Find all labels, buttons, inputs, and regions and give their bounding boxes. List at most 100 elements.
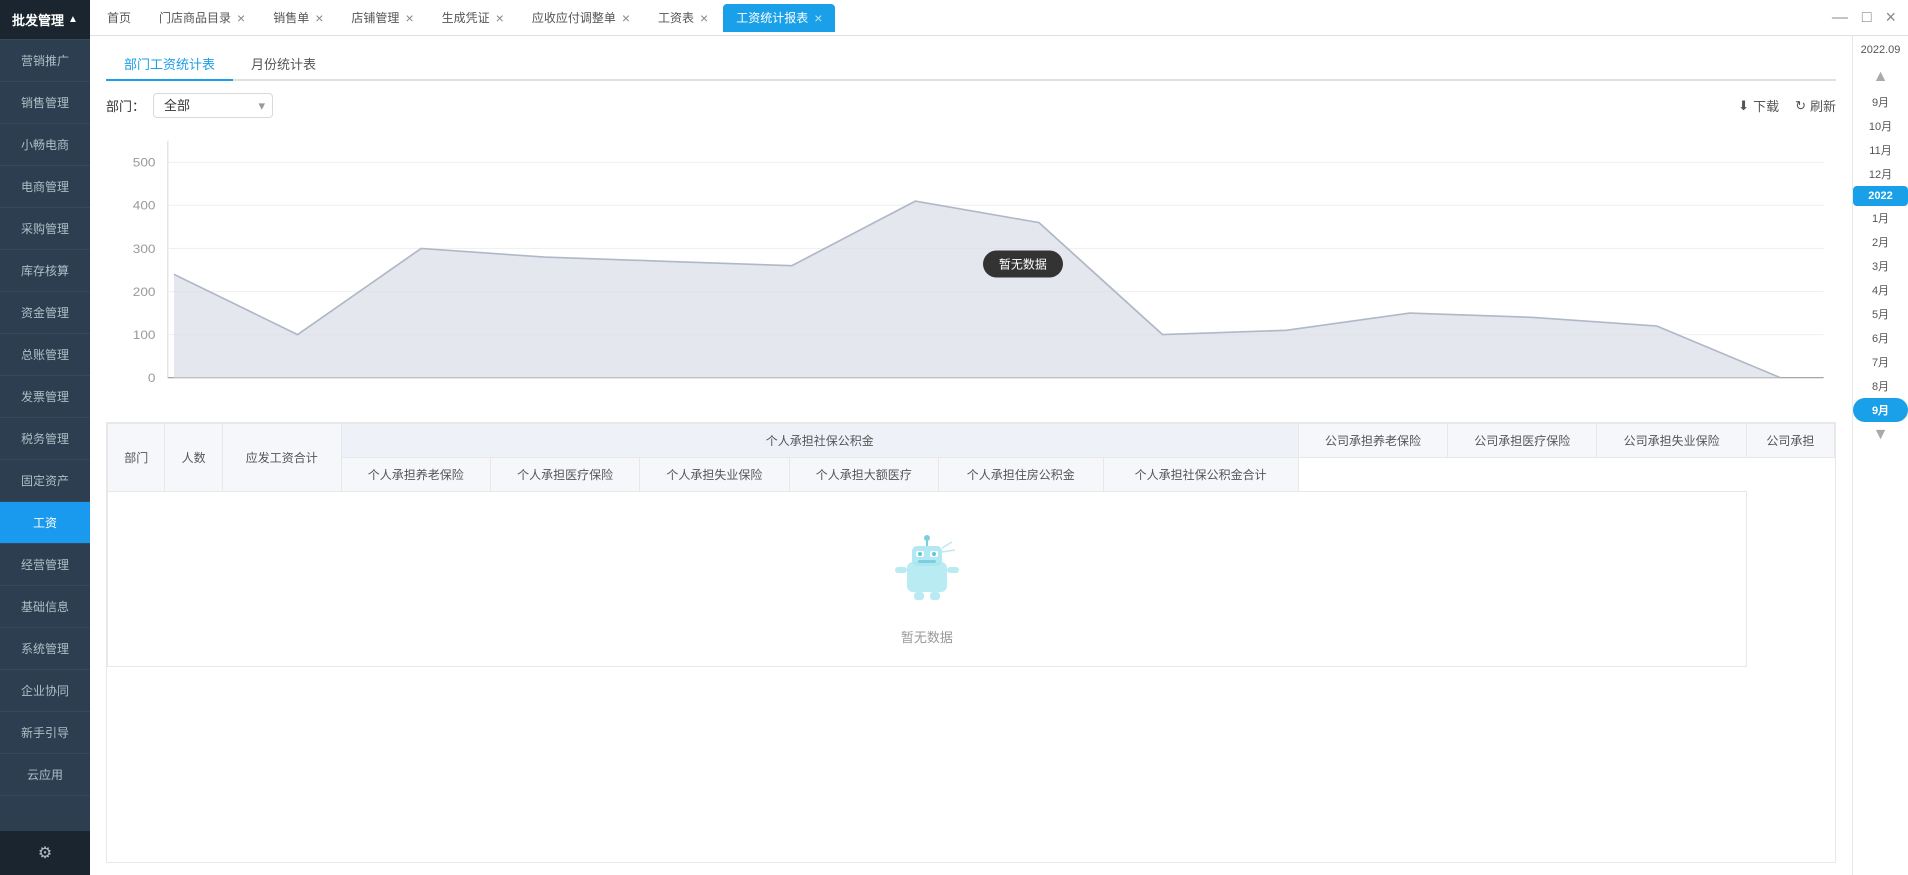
- timeline-month-12月[interactable]: 12月: [1853, 162, 1908, 186]
- tab-close-icon[interactable]: ×: [496, 11, 504, 25]
- main-area: 首页门店商品目录×销售单×店铺管理×生成凭证×应收应付调整单×工资表×工资统计报…: [90, 0, 1908, 875]
- tab-label: 应收应付调整单: [532, 9, 616, 26]
- refresh-label: 刷新: [1810, 96, 1836, 115]
- tab-门店商品目录[interactable]: 门店商品目录×: [146, 4, 258, 32]
- timeline-month-10月[interactable]: 10月: [1853, 114, 1908, 138]
- tab-工资统计报表[interactable]: 工资统计报表×: [723, 4, 835, 32]
- sidebar-title: 批发管理: [12, 10, 64, 29]
- empty-label: 暂无数据: [108, 627, 1746, 646]
- sidebar-expand-icon[interactable]: ▲: [68, 14, 78, 25]
- timeline-section-past: 9月10月11月12月20221月2月3月4月5月6月7月8月9月: [1853, 90, 1908, 422]
- refresh-button[interactable]: ↻ 刷新: [1795, 96, 1836, 115]
- sidebar-item-经营管理[interactable]: 经营管理: [0, 544, 90, 586]
- table-area[interactable]: 部门 人数 应发工资合计 个人承担社保公积金 公司承担养老保险 公司承担医疗保险…: [106, 422, 1836, 863]
- th-company-medical: 公司承担医疗保险: [1448, 424, 1597, 458]
- chart-area: 0 100 200 300 400 500 暂无数据: [106, 130, 1836, 410]
- tab-工资表[interactable]: 工资表 ×: [645, 4, 721, 32]
- svg-text:500: 500: [133, 155, 156, 169]
- th-personal-housing: 个人承担住房公积金: [938, 458, 1103, 492]
- timeline-month-3月[interactable]: 3月: [1853, 254, 1908, 278]
- tab-close-icon[interactable]: ×: [405, 11, 413, 25]
- sidebar-item-企业协同[interactable]: 企业协同: [0, 670, 90, 712]
- svg-text:100: 100: [133, 328, 156, 342]
- data-table: 部门 人数 应发工资合计 个人承担社保公积金 公司承担养老保险 公司承担医疗保险…: [107, 423, 1835, 667]
- tab-close-icon[interactable]: ×: [700, 11, 708, 25]
- timeline-month-2月[interactable]: 2月: [1853, 230, 1908, 254]
- th-personal-medical: 个人承担医疗保险: [490, 458, 639, 492]
- tab-label: 工资表: [658, 9, 694, 26]
- timeline-down-button[interactable]: ▼: [1869, 422, 1893, 448]
- tab-应收应付调整单[interactable]: 应收应付调整单 ×: [519, 4, 643, 32]
- sidebar-item-税务管理[interactable]: 税务管理: [0, 418, 90, 460]
- tab-销售单[interactable]: 销售单×: [260, 4, 336, 32]
- timeline-year-2022[interactable]: 2022: [1853, 186, 1908, 206]
- sidebar-item-固定资产[interactable]: 固定资产: [0, 460, 90, 502]
- th-personal-large-medical: 个人承担大额医疗: [789, 458, 938, 492]
- tab-label: 店铺管理: [351, 9, 399, 26]
- sidebar-item-库存核算[interactable]: 库存核算: [0, 250, 90, 292]
- tab-close-icon[interactable]: ×: [237, 11, 245, 25]
- tab-店铺管理[interactable]: 店铺管理 ×: [338, 4, 426, 32]
- sidebar-item-电商管理[interactable]: 电商管理: [0, 166, 90, 208]
- th-headcount: 人数: [165, 424, 222, 492]
- tab-close-icon[interactable]: ×: [622, 11, 630, 25]
- sidebar-item-新手引导[interactable]: 新手引导: [0, 712, 90, 754]
- timeline-month-1月[interactable]: 1月: [1853, 206, 1908, 230]
- th-company-pension: 公司承担养老保险: [1298, 424, 1447, 458]
- timeline-month-9月[interactable]: 9月: [1853, 398, 1908, 422]
- sidebar-item-销售管理[interactable]: 销售管理: [0, 82, 90, 124]
- timeline-month-5月[interactable]: 5月: [1853, 302, 1908, 326]
- sidebar-item-采购管理[interactable]: 采购管理: [0, 208, 90, 250]
- tab-close-icon[interactable]: ×: [315, 11, 323, 25]
- sidebar: 批发管理 ▲ 营销推广销售管理小畅电商电商管理采购管理库存核算资金管理总账管理发…: [0, 0, 90, 875]
- sidebar-item-工资[interactable]: 工资: [0, 502, 90, 544]
- timeline-month-7月[interactable]: 7月: [1853, 350, 1908, 374]
- timeline-date: 2022.09: [1861, 44, 1901, 56]
- tab-首页[interactable]: 首页: [94, 4, 144, 32]
- timeline-month-11月[interactable]: 11月: [1853, 138, 1908, 162]
- gear-icon: ⚙: [38, 845, 52, 862]
- download-icon: ⬇: [1738, 98, 1749, 114]
- sidebar-item-营销推广[interactable]: 营销推广: [0, 40, 90, 82]
- sidebar-settings[interactable]: ⚙: [0, 831, 90, 875]
- sidebar-item-小畅电商[interactable]: 小畅电商: [0, 124, 90, 166]
- timeline-month-8月[interactable]: 8月: [1853, 374, 1908, 398]
- sidebar-item-发票管理[interactable]: 发票管理: [0, 376, 90, 418]
- sidebar-item-总账管理[interactable]: 总账管理: [0, 334, 90, 376]
- timeline-month-4月[interactable]: 4月: [1853, 278, 1908, 302]
- empty-icon: [887, 532, 967, 612]
- th-company-unemployment: 公司承担失业保险: [1597, 424, 1746, 458]
- tab-department-salary[interactable]: 部门工资统计表: [106, 48, 233, 81]
- window-minimize-button[interactable]: —: [1828, 7, 1852, 29]
- tabbar: 首页门店商品目录×销售单×店铺管理×生成凭证×应收应付调整单×工资表×工资统计报…: [90, 0, 1908, 36]
- sidebar-item-系统管理[interactable]: 系统管理: [0, 628, 90, 670]
- sidebar-item-资金管理[interactable]: 资金管理: [0, 292, 90, 334]
- download-button[interactable]: ⬇ 下载: [1738, 96, 1779, 115]
- timeline-month-6月[interactable]: 6月: [1853, 326, 1908, 350]
- department-label: 部门：: [106, 96, 145, 115]
- th-total-salary: 应发工资合计: [222, 424, 341, 492]
- sidebar-item-基础信息[interactable]: 基础信息: [0, 586, 90, 628]
- table-empty-state: 暂无数据: [108, 492, 1747, 667]
- sidebar-item-云应用[interactable]: 云应用: [0, 754, 90, 796]
- tabbar-end: — □ ×: [1828, 5, 1904, 30]
- toolbar: 部门： 全部 销售部 采购部 财务部 行政部 ⬇ 下载: [106, 93, 1836, 118]
- th-department: 部门: [108, 424, 165, 492]
- timeline-panel: 2022.09 ▲ 9月10月11月12月20221月2月3月4月5月6月7月8…: [1852, 36, 1908, 875]
- timeline-month-9月[interactable]: 9月: [1853, 90, 1908, 114]
- page: 部门工资统计表 月份统计表 部门： 全部 销售部 采购部 财务部 行政部: [90, 36, 1852, 875]
- tab-month-stats[interactable]: 月份统计表: [233, 48, 334, 81]
- timeline-current-display: 2022.09: [1861, 44, 1901, 56]
- svg-text:300: 300: [133, 242, 156, 256]
- window-maximize-button[interactable]: □: [1858, 7, 1876, 29]
- tab-生成凭证[interactable]: 生成凭证 ×: [429, 4, 517, 32]
- th-personal-total: 个人承担社保公积金合计: [1103, 458, 1298, 492]
- th-personal-unemployment: 个人承担失业保险: [640, 458, 789, 492]
- window-close-button[interactable]: ×: [1881, 5, 1900, 30]
- department-select[interactable]: 全部 销售部 采购部 财务部 行政部: [153, 93, 273, 118]
- tab-close-icon[interactable]: ×: [814, 11, 822, 25]
- tab-label: 生成凭证: [442, 9, 490, 26]
- download-label: 下载: [1753, 96, 1779, 115]
- content-area: 部门工资统计表 月份统计表 部门： 全部 销售部 采购部 财务部 行政部: [90, 36, 1908, 875]
- timeline-up-button[interactable]: ▲: [1869, 64, 1893, 90]
